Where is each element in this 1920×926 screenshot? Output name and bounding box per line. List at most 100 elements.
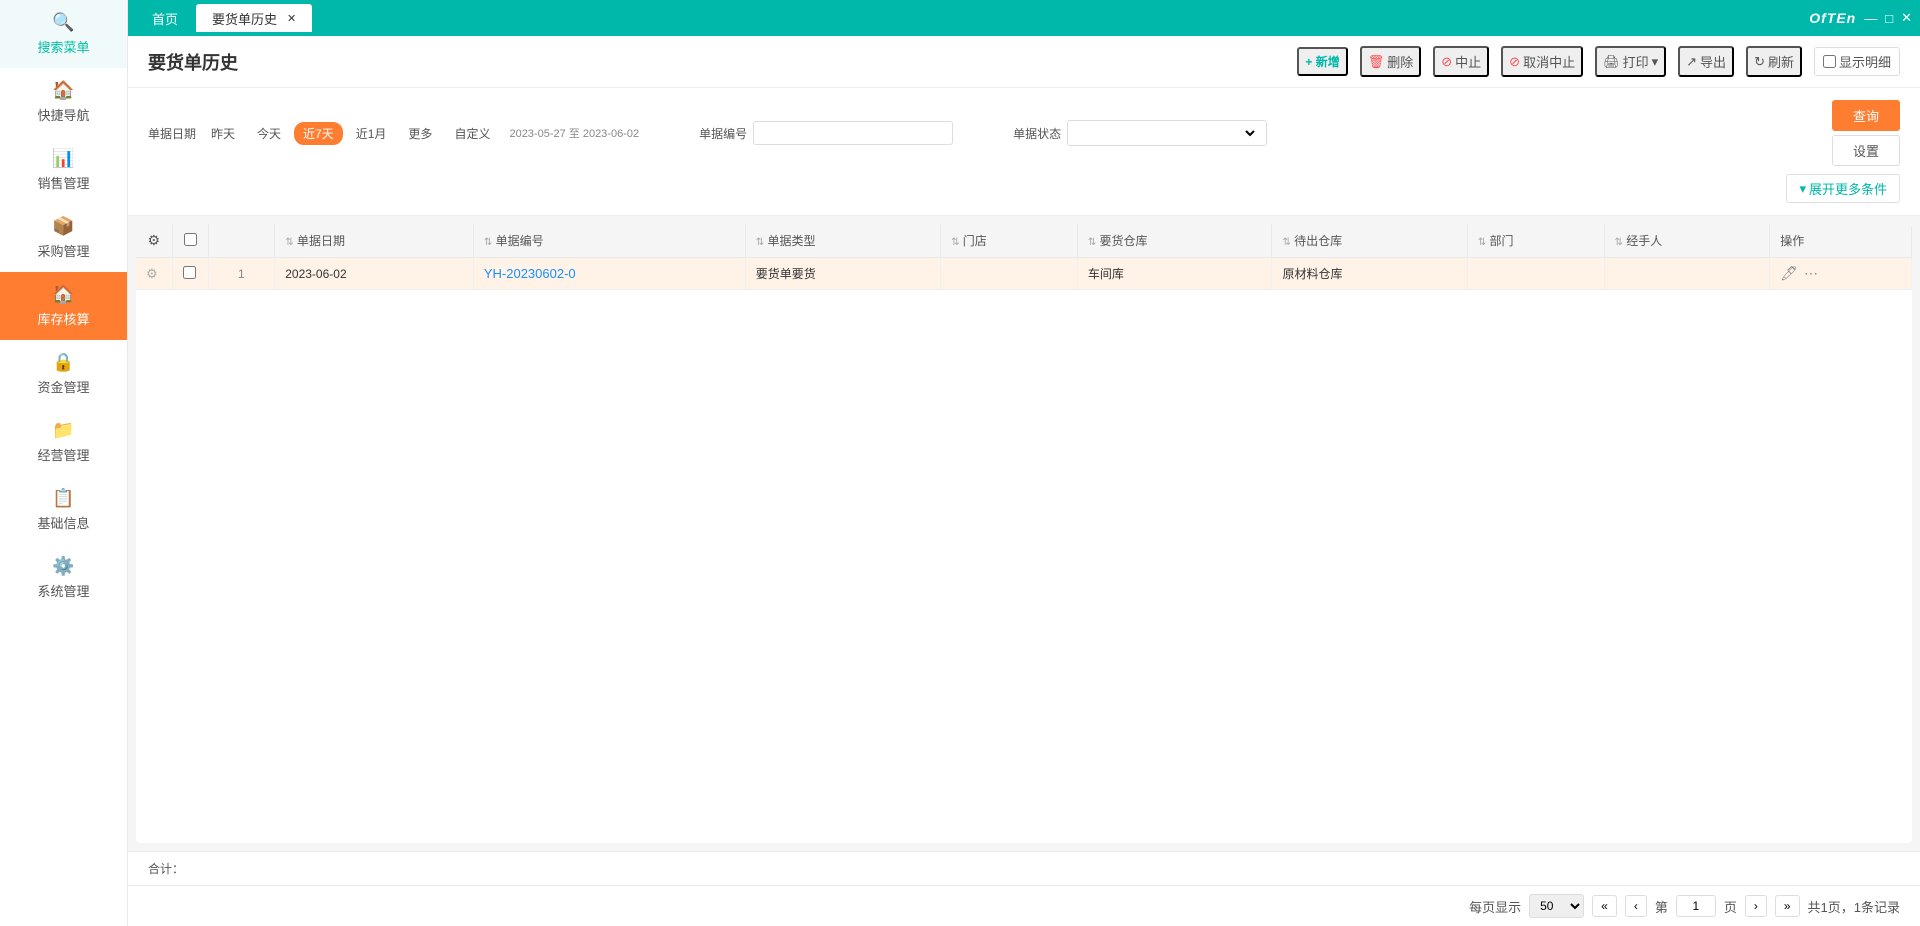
filter-row-2: ▾ 展开更多条件	[148, 174, 1900, 203]
new-button[interactable]: + 新增	[1297, 47, 1347, 76]
export-button[interactable]: ↗ 导出	[1678, 46, 1734, 77]
table-footer: 合计：	[128, 851, 1920, 885]
doc-no-filter-group: 单据编号	[699, 121, 953, 145]
tab-requisition-history[interactable]: 要货单历史✕	[196, 4, 312, 32]
stop-button[interactable]: ⊘ 中止	[1433, 46, 1489, 77]
tab-home[interactable]: 首页	[136, 4, 194, 32]
th-req_warehouse[interactable]: ⇅ 要货仓库	[1077, 224, 1272, 258]
stop-icon: ⊘	[1441, 54, 1452, 70]
inventory-icon: 🏠	[52, 284, 74, 305]
data-table: ⚙⇅ 单据日期⇅ 单据编号⇅ 单据类型⇅ 门店⇅ 要货仓库⇅ 待出仓库⇅ 部门⇅…	[136, 224, 1912, 290]
td-doc_type: 要货单要货	[745, 258, 940, 290]
sidebar-item-sales[interactable]: 📊 销售管理	[0, 136, 127, 204]
td-store	[941, 258, 1078, 290]
th-doc_type[interactable]: ⇅ 单据类型	[745, 224, 940, 258]
td-pending_warehouse: 原材料仓库	[1272, 258, 1467, 290]
th-check	[172, 224, 208, 258]
th-store[interactable]: ⇅ 门店	[941, 224, 1078, 258]
date-buttons: 昨天今天近7天近1月更多自定义	[202, 122, 499, 145]
table-head: ⚙⇅ 单据日期⇅ 单据编号⇅ 单据类型⇅ 门店⇅ 要货仓库⇅ 待出仓库⇅ 部门⇅…	[136, 224, 1912, 258]
total-info: 共1页，1条记录	[1808, 897, 1900, 916]
th-department[interactable]: ⇅ 部门	[1467, 224, 1604, 258]
edit-icon[interactable]: 🖊	[1780, 265, 1798, 282]
per-page-label: 每页显示	[1469, 897, 1521, 916]
th-pending_warehouse[interactable]: ⇅ 待出仓库	[1272, 224, 1467, 258]
first-page-btn[interactable]: «	[1592, 895, 1617, 917]
td-req_warehouse: 车间库	[1077, 258, 1272, 290]
page-suffix: 页	[1724, 897, 1737, 916]
doc-status-filter-group: 单据状态	[1013, 120, 1267, 146]
date-btn-近7天[interactable]: 近7天	[294, 122, 343, 145]
sidebar-item-basic-info[interactable]: 📋基础信息	[0, 476, 127, 544]
sidebar-item-label: 系统管理	[37, 581, 89, 600]
th-sort-icon-pending_warehouse: ⇅	[1282, 237, 1290, 248]
th-doc_date[interactable]: ⇅ 单据日期	[275, 224, 474, 258]
maximize-btn[interactable]: □	[1885, 11, 1893, 26]
print-dropdown-icon: ▾	[1652, 54, 1659, 70]
delete-icon: 🗑	[1368, 54, 1385, 70]
cancel-stop-button[interactable]: ⊘ 取消中止	[1501, 46, 1583, 77]
refresh-button[interactable]: ↻ 刷新	[1746, 46, 1802, 77]
page-input[interactable]	[1676, 895, 1716, 917]
page-content: 要货单历史 + 新增 🗑 删除 ⊘ 中止 ⊘ 取消中止 🖨 打印	[128, 36, 1920, 926]
print-button[interactable]: 🖨 打印 ▾	[1595, 46, 1666, 77]
sidebar-item-inventory[interactable]: 🏠库存核算	[0, 272, 127, 340]
sidebar-item-search-menu[interactable]: 🔍搜索菜单	[0, 0, 127, 68]
th-sort-icon-doc_type: ⇅	[756, 237, 764, 248]
tab-close-icon[interactable]: ✕	[287, 12, 296, 25]
column-settings-icon[interactable]: ⚙	[147, 232, 160, 248]
brand-label: OfTEn	[1809, 10, 1856, 26]
settings-button[interactable]: 设置	[1832, 135, 1900, 166]
date-btn-更多[interactable]: 更多	[399, 122, 441, 145]
th-sort-icon-handler: ⇅	[1615, 237, 1623, 248]
th-settings: ⚙	[136, 224, 172, 258]
display-detail-checkbox[interactable]	[1823, 55, 1836, 68]
th-doc_no[interactable]: ⇅ 单据编号	[473, 224, 745, 258]
tab-bar-right: OfTEn — □ ✕	[1809, 10, 1912, 26]
sidebar-item-label: 销售管理	[37, 173, 89, 192]
per-page-select[interactable]: 2050100200	[1529, 894, 1584, 918]
query-button[interactable]: 查询	[1832, 100, 1900, 131]
date-btn-近1月[interactable]: 近1月	[347, 122, 396, 145]
toolbar: + 新增 🗑 删除 ⊘ 中止 ⊘ 取消中止 🖨 打印 ▾	[1297, 46, 1900, 77]
date-btn-今天[interactable]: 今天	[248, 122, 290, 145]
select-all-checkbox[interactable]	[184, 233, 197, 246]
sidebar-item-system[interactable]: ⚙️ 系统管理	[0, 544, 127, 612]
sidebar-item-label: 快捷导航	[37, 105, 89, 124]
finance-icon: 🔒	[52, 352, 74, 373]
close-window-btn[interactable]: ✕	[1901, 10, 1912, 26]
operations-icon: 📁	[52, 420, 74, 441]
delete-button[interactable]: 🗑 删除	[1360, 46, 1422, 77]
sidebar-item-operations[interactable]: 📁经营管理	[0, 408, 127, 476]
th-handler[interactable]: ⇅ 经手人	[1604, 224, 1770, 258]
last-page-btn[interactable]: »	[1775, 895, 1800, 917]
doc-no-input[interactable]	[753, 121, 953, 145]
page-label: 第	[1655, 897, 1668, 916]
sales-icon: 📊	[52, 148, 74, 169]
expand-more-btn[interactable]: ▾ 展开更多条件	[1786, 174, 1900, 203]
minimize-btn[interactable]: —	[1864, 11, 1877, 26]
next-page-btn[interactable]: ›	[1745, 895, 1767, 917]
pagination: 每页显示 2050100200 « ‹ 第 页 › » 共1页，1条记录	[128, 885, 1920, 926]
sidebar-item-quick-nav[interactable]: 🏠快捷导航	[0, 68, 127, 136]
sidebar-item-finance[interactable]: 🔒资金管理	[0, 340, 127, 408]
system-icon: ⚙️	[52, 556, 74, 577]
filter-row-1: 单据日期 昨天今天近7天近1月更多自定义 2023-05-27 至 2023-0…	[148, 100, 1900, 166]
table-body: ⚙12023-06-02YH-20230602-0要货单要货车间库原材料仓库 🖊…	[136, 258, 1912, 290]
cancel-stop-icon: ⊘	[1509, 54, 1520, 70]
row-settings-icon[interactable]: ⚙	[146, 266, 158, 281]
more-ops-icon[interactable]: ⋯	[1804, 265, 1818, 282]
operation-icons: 🖊 ⋯	[1780, 265, 1901, 282]
doc-status-select[interactable]	[1076, 125, 1258, 141]
date-btn-昨天[interactable]: 昨天	[202, 122, 244, 145]
basic-info-icon: 📋	[52, 488, 74, 509]
tab-bar: 首页要货单历史✕ OfTEn — □ ✕	[128, 0, 1920, 36]
doc-no-link[interactable]: YH-20230602-0	[484, 266, 576, 281]
display-detail-button[interactable]: 显示明细	[1814, 47, 1900, 76]
date-btn-自定义[interactable]: 自定义	[445, 122, 499, 145]
doc-status-select-wrapper[interactable]	[1067, 120, 1267, 146]
row-checkbox[interactable]	[183, 266, 196, 279]
sidebar: 🔍搜索菜单🏠快捷导航📊销售管理📦采购管理🏠库存核算🔒资金管理📁经营管理📋基础信息…	[0, 0, 128, 926]
prev-page-btn[interactable]: ‹	[1625, 895, 1647, 917]
sidebar-item-purchase[interactable]: 📦采购管理	[0, 204, 127, 272]
